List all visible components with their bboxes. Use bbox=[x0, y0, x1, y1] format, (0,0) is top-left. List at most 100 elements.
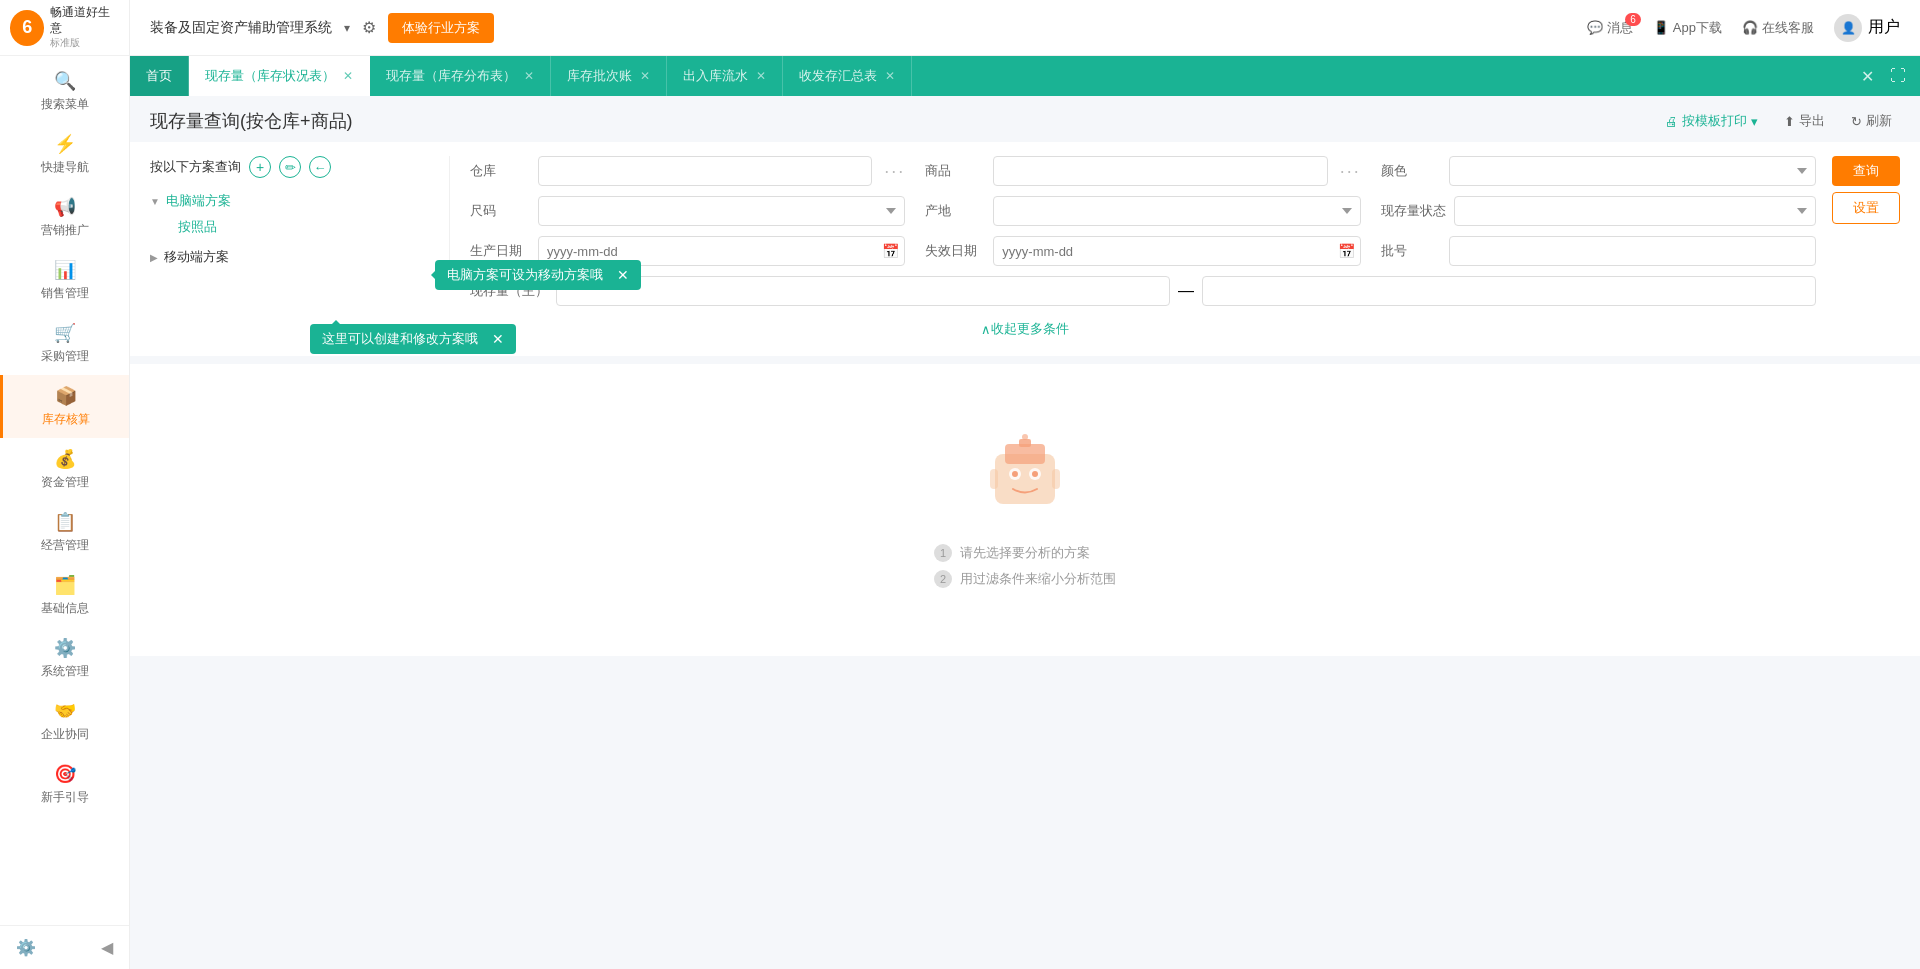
page-content: 现存量查询(按仓库+商品) 🖨 按模板打印 ▾ ⬆ 导出 ↻ 刷新 bbox=[130, 96, 1920, 969]
tab-fullscreen-icon[interactable]: ⛶ bbox=[1886, 63, 1910, 89]
refresh-label: 刷新 bbox=[1866, 112, 1892, 130]
operations-icon: 📋 bbox=[54, 511, 76, 533]
tab-inventory-dist-label: 现存量（库存分布表） bbox=[386, 67, 516, 85]
header-message[interactable]: 💬 消息 6 bbox=[1587, 19, 1633, 37]
sidebar-item-label: 快捷导航 bbox=[41, 159, 89, 176]
sidebar-item-label: 销售管理 bbox=[41, 285, 89, 302]
tab-inventory-status[interactable]: 现存量（库存状况表） ✕ bbox=[189, 56, 370, 96]
sidebar-item-inventory[interactable]: 📦 库存核算 bbox=[0, 375, 129, 438]
headset-icon: 🎧 bbox=[1742, 20, 1758, 35]
empty-illustration bbox=[975, 424, 1075, 524]
size-label: 尺码 bbox=[470, 202, 530, 220]
header-app-download[interactable]: 📱 App下载 bbox=[1653, 19, 1722, 37]
expire-date-field: 失效日期 📅 bbox=[925, 236, 1360, 266]
header-user[interactable]: 👤 用户 bbox=[1834, 14, 1900, 42]
product-input[interactable] bbox=[993, 156, 1327, 186]
stock-main-min[interactable] bbox=[556, 276, 1170, 306]
tab-close-all-icon[interactable]: ✕ bbox=[1857, 63, 1878, 90]
sidebar-item-label: 资金管理 bbox=[41, 474, 89, 491]
query-form: 按以下方案查询 + ✏ ← ▼ 电脑端方案 按照品 bbox=[130, 142, 1920, 356]
origin-select[interactable] bbox=[993, 196, 1360, 226]
sidebar-item-system[interactable]: ⚙️ 系统管理 bbox=[0, 627, 129, 690]
tab-collect-summary-close[interactable]: ✕ bbox=[885, 69, 895, 83]
search-menu-icon: 🔍 bbox=[54, 70, 76, 92]
tab-inventory-status-label: 现存量（库存状况表） bbox=[205, 67, 335, 85]
top-header: 装备及固定资产辅助管理系统 ▾ ⚙ 体验行业方案 💬 消息 6 📱 App下载 … bbox=[130, 0, 1920, 56]
scheme-add-btn[interactable]: + bbox=[249, 156, 271, 178]
produce-calendar-icon[interactable]: 📅 bbox=[882, 243, 899, 259]
sidebar-item-guide[interactable]: 🎯 新手引导 bbox=[0, 753, 129, 816]
stock-main-max[interactable] bbox=[1202, 276, 1816, 306]
collapse-icon: ∧ bbox=[981, 322, 991, 337]
finance-icon: 💰 bbox=[54, 448, 76, 470]
query-label: 按以下方案查询 bbox=[150, 158, 241, 176]
system-title: 装备及固定资产辅助管理系统 bbox=[150, 19, 332, 37]
step-1-num: 1 bbox=[934, 544, 952, 562]
search-btn[interactable]: 查询 bbox=[1832, 156, 1900, 186]
empty-step-1: 1 请先选择要分析的方案 bbox=[934, 544, 1116, 562]
sidebar-item-basic-info[interactable]: 🗂️ 基础信息 bbox=[0, 564, 129, 627]
sidebar-item-marketing[interactable]: 📢 营销推广 bbox=[0, 186, 129, 249]
size-select[interactable] bbox=[538, 196, 905, 226]
form-settings-btn[interactable]: 设置 bbox=[1832, 192, 1900, 224]
produce-date-label: 生产日期 bbox=[470, 242, 530, 260]
tab-inout-flow[interactable]: 出入库流水 ✕ bbox=[667, 56, 783, 96]
header-online-service[interactable]: 🎧 在线客服 bbox=[1742, 19, 1814, 37]
footer-settings-icon[interactable]: ⚙️ bbox=[16, 938, 36, 957]
expire-calendar-icon[interactable]: 📅 bbox=[1338, 243, 1355, 259]
mobile-scheme-label: 移动端方案 bbox=[164, 248, 229, 266]
size-field: 尺码 bbox=[470, 196, 905, 226]
tab-inventory-dist-close[interactable]: ✕ bbox=[524, 69, 534, 83]
sidebar-item-enterprise[interactable]: 🤝 企业协同 bbox=[0, 690, 129, 753]
refresh-btn[interactable]: ↻ 刷新 bbox=[1843, 108, 1900, 134]
tab-inventory-dist[interactable]: 现存量（库存分布表） ✕ bbox=[370, 56, 551, 96]
sidebar-item-label: 经营管理 bbox=[41, 537, 89, 554]
tooltip-pc-close[interactable]: ✕ bbox=[611, 267, 629, 283]
scheme-back-btn[interactable]: ← bbox=[309, 156, 331, 178]
export-btn[interactable]: ⬆ 导出 bbox=[1776, 108, 1833, 134]
svg-point-7 bbox=[1022, 434, 1028, 440]
scheme-tree: ▼ 电脑端方案 按照品 ▶ 移动端方案 bbox=[150, 188, 433, 270]
sidebar-item-finance[interactable]: 💰 资金管理 bbox=[0, 438, 129, 501]
tab-home[interactable]: 首页 bbox=[130, 56, 189, 96]
scheme-tree-pc-default[interactable]: 按照品 bbox=[170, 214, 433, 240]
warehouse-more-icon[interactable]: ··· bbox=[884, 161, 905, 182]
stock-status-select[interactable] bbox=[1454, 196, 1816, 226]
tab-batch-ledger[interactable]: 库存批次账 ✕ bbox=[551, 56, 667, 96]
print-dropdown-icon: ▾ bbox=[1751, 114, 1758, 129]
scheme-tree-mobile[interactable]: ▶ 移动端方案 bbox=[150, 244, 433, 270]
expire-date-input[interactable] bbox=[993, 236, 1360, 266]
header-settings-icon[interactable]: ⚙ bbox=[362, 18, 376, 37]
logo-icon: 6 bbox=[10, 10, 44, 46]
industry-btn[interactable]: 体验行业方案 bbox=[388, 13, 494, 43]
tab-inout-flow-close[interactable]: ✕ bbox=[756, 69, 766, 83]
header-dropdown[interactable]: ▾ bbox=[344, 21, 350, 35]
tab-batch-ledger-close[interactable]: ✕ bbox=[640, 69, 650, 83]
color-select[interactable] bbox=[1449, 156, 1816, 186]
step-2-text: 用过滤条件来缩小分析范围 bbox=[960, 570, 1116, 588]
scheme-tree-pc[interactable]: ▼ 电脑端方案 bbox=[150, 188, 433, 214]
tab-inout-flow-label: 出入库流水 bbox=[683, 67, 748, 85]
print-btn[interactable]: 🖨 按模板打印 ▾ bbox=[1657, 108, 1766, 134]
sidebar-item-sales[interactable]: 📊 销售管理 bbox=[0, 249, 129, 312]
pc-scheme-label: 电脑端方案 bbox=[166, 192, 231, 210]
tab-collect-summary[interactable]: 收发存汇总表 ✕ bbox=[783, 56, 912, 96]
sidebar-item-label: 新手引导 bbox=[41, 789, 89, 806]
sidebar-item-quick-nav[interactable]: ⚡ 快捷导航 bbox=[0, 123, 129, 186]
empty-steps: 1 请先选择要分析的方案 2 用过滤条件来缩小分析范围 bbox=[934, 544, 1116, 596]
sidebar-item-search-menu[interactable]: 🔍 搜索菜单 bbox=[0, 60, 129, 123]
batch-field: 批号 bbox=[1381, 236, 1816, 266]
footer-collapse-icon[interactable]: ◀ bbox=[101, 938, 113, 957]
scheme-edit-btn[interactable]: ✏ bbox=[279, 156, 301, 178]
product-more-icon[interactable]: ··· bbox=[1340, 161, 1361, 182]
tab-inventory-status-close[interactable]: ✕ bbox=[343, 69, 353, 83]
warehouse-input[interactable] bbox=[538, 156, 872, 186]
sales-icon: 📊 bbox=[54, 259, 76, 281]
sidebar-item-operations[interactable]: 📋 经营管理 bbox=[0, 501, 129, 564]
sidebar-item-purchase[interactable]: 🛒 采购管理 bbox=[0, 312, 129, 375]
phone-icon: 📱 bbox=[1653, 20, 1669, 35]
header-right: 💬 消息 6 📱 App下载 🎧 在线客服 👤 用户 bbox=[1587, 14, 1900, 42]
tooltip-create-close[interactable]: ✕ bbox=[486, 331, 504, 347]
sidebar-item-label: 企业协同 bbox=[41, 726, 89, 743]
batch-input[interactable] bbox=[1449, 236, 1816, 266]
